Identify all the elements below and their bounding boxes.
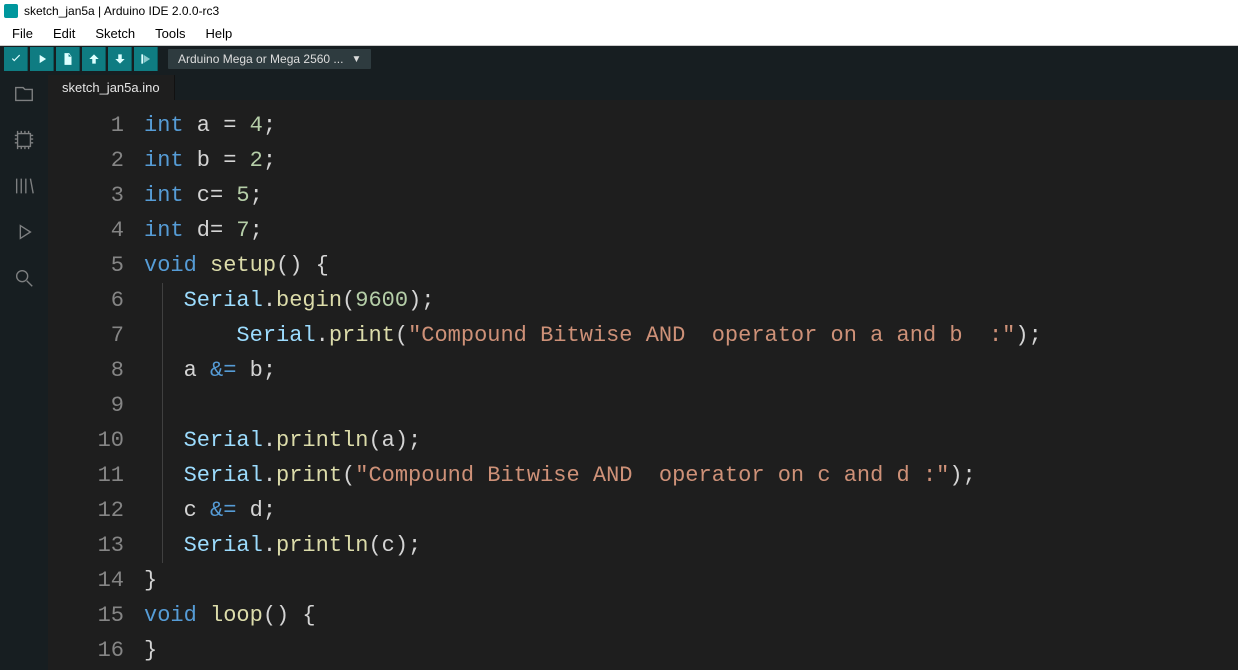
line-number: 8 [48,353,124,388]
menu-tools[interactable]: Tools [147,24,193,43]
code-content[interactable]: int a = 4;int b = 2;int c= 5;int d= 7;vo… [144,100,1238,670]
save-button[interactable] [108,47,132,71]
line-number: 1 [48,108,124,143]
board-selector[interactable]: Arduino Mega or Mega 2560 ... ▼ [168,49,371,69]
app-icon [4,4,18,18]
line-number: 12 [48,493,124,528]
code-area[interactable]: 12345678910111213141516 int a = 4;int b … [48,100,1238,670]
verify-button[interactable] [4,47,28,71]
code-line[interactable]: } [144,563,1238,598]
code-line[interactable]: Serial.begin(9600); [144,283,1238,318]
board-name: Arduino Mega or Mega 2560 ... [178,52,343,66]
line-gutter: 12345678910111213141516 [48,100,144,670]
line-number: 10 [48,423,124,458]
boards-manager-icon[interactable] [12,128,36,152]
code-line[interactable]: Serial.println(a); [144,423,1238,458]
chevron-down-icon: ▼ [351,54,361,65]
code-line[interactable]: int c= 5; [144,178,1238,213]
menu-edit[interactable]: Edit [45,24,83,43]
line-number: 9 [48,388,124,423]
code-line[interactable]: void loop() { [144,598,1238,633]
code-line[interactable]: Serial.println(c); [144,528,1238,563]
code-line[interactable] [144,388,1238,423]
code-line[interactable]: } [144,633,1238,668]
line-number: 3 [48,178,124,213]
toolbar: Arduino Mega or Mega 2560 ... ▼ [0,46,1238,72]
code-line[interactable]: Serial.print("Compound Bitwise AND opera… [144,458,1238,493]
library-manager-icon[interactable] [12,174,36,198]
upload-button[interactable] [30,47,54,71]
line-number: 7 [48,318,124,353]
line-number: 14 [48,563,124,598]
editor-area: sketch_jan5a.ino 12345678910111213141516… [48,72,1238,670]
explorer-icon[interactable] [12,82,36,106]
search-icon[interactable] [12,266,36,290]
line-number: 16 [48,633,124,668]
menu-sketch[interactable]: Sketch [87,24,143,43]
line-number: 11 [48,458,124,493]
code-line[interactable]: int d= 7; [144,213,1238,248]
line-number: 2 [48,143,124,178]
code-line[interactable]: int b = 2; [144,143,1238,178]
new-sketch-button[interactable] [56,47,80,71]
code-line[interactable]: void setup() { [144,248,1238,283]
line-number: 4 [48,213,124,248]
line-number: 6 [48,283,124,318]
menu-file[interactable]: File [4,24,41,43]
title-bar: sketch_jan5a | Arduino IDE 2.0.0-rc3 [0,0,1238,22]
code-line[interactable]: int a = 4; [144,108,1238,143]
code-line[interactable]: Serial.print("Compound Bitwise AND opera… [144,318,1238,353]
debug-icon[interactable] [12,220,36,244]
debug-button[interactable] [134,47,158,71]
window-title: sketch_jan5a | Arduino IDE 2.0.0-rc3 [24,4,219,18]
line-number: 13 [48,528,124,563]
tab-active[interactable]: sketch_jan5a.ino [48,75,175,100]
line-number: 15 [48,598,124,633]
tab-bar: sketch_jan5a.ino [48,72,1238,100]
menu-bar: File Edit Sketch Tools Help [0,22,1238,46]
code-line[interactable]: a &= b; [144,353,1238,388]
activity-bar [0,72,48,670]
line-number: 5 [48,248,124,283]
main: sketch_jan5a.ino 12345678910111213141516… [0,72,1238,670]
menu-help[interactable]: Help [197,24,240,43]
open-button[interactable] [82,47,106,71]
code-line[interactable]: c &= d; [144,493,1238,528]
